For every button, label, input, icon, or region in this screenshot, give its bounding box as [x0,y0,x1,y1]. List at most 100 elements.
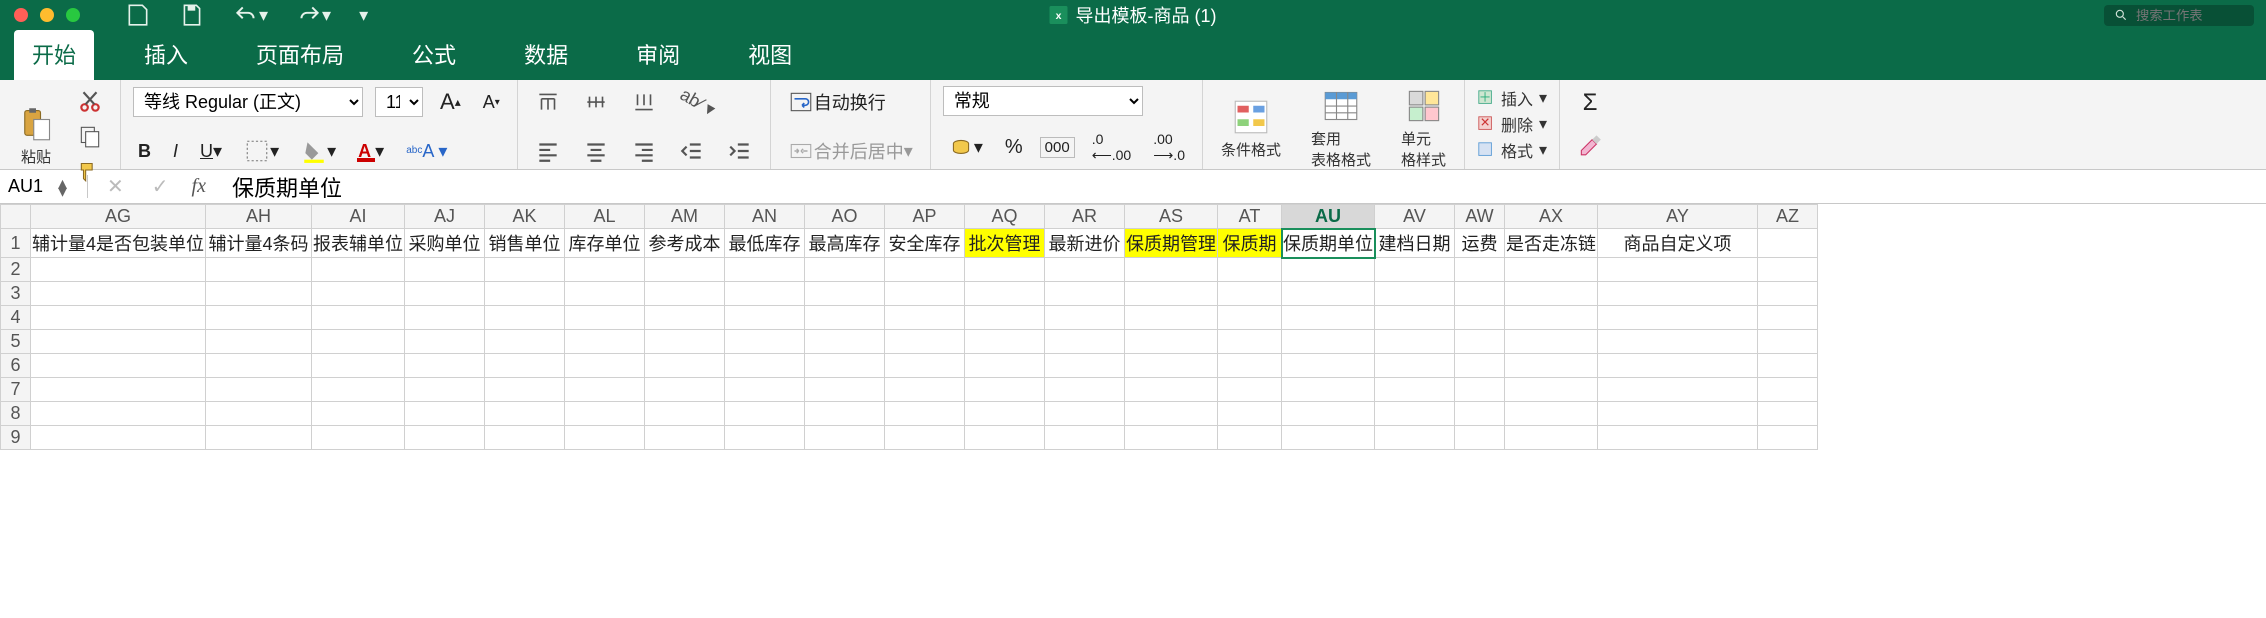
cell[interactable] [485,306,565,330]
cell[interactable] [1598,282,1758,306]
cell[interactable] [1455,282,1505,306]
align-center-icon[interactable] [578,135,614,167]
cell[interactable] [1045,306,1125,330]
column-header[interactable]: AU [1282,205,1375,229]
format-cells-button[interactable]: 格式 ▾ [1477,138,1547,162]
cell[interactable] [725,282,805,306]
cell[interactable] [312,282,405,306]
cell[interactable] [1375,282,1455,306]
accounting-format-icon[interactable]: ▾ [943,132,988,164]
cell[interactable]: 保质期单位 [1282,229,1375,258]
cell[interactable] [565,378,645,402]
column-header[interactable]: AX [1505,205,1598,229]
phonetic-guide-button[interactable]: abcA ▾ [401,138,452,165]
column-header[interactable]: AH [206,205,312,229]
copy-icon[interactable] [72,120,108,152]
cell[interactable] [1758,426,1818,450]
cell[interactable] [805,426,885,450]
cell[interactable] [885,378,965,402]
column-header[interactable]: AK [485,205,565,229]
cell[interactable] [1045,378,1125,402]
cell[interactable] [565,282,645,306]
cell[interactable] [1598,306,1758,330]
minimize-window-button[interactable] [40,8,54,22]
cell[interactable] [405,402,485,426]
row-header[interactable]: 8 [1,402,31,426]
autosave-icon[interactable] [120,0,156,31]
cell[interactable] [725,258,805,282]
align-middle-icon[interactable] [578,86,614,118]
bold-button[interactable]: B [133,138,156,165]
autosum-icon[interactable]: Σ [1578,86,1603,120]
column-header[interactable]: AN [725,205,805,229]
cell[interactable] [312,306,405,330]
cell[interactable] [1505,426,1598,450]
cell[interactable]: 保质期 [1218,229,1282,258]
cell[interactable] [645,402,725,426]
cell[interactable] [1218,426,1282,450]
cell[interactable] [805,330,885,354]
cell[interactable] [405,378,485,402]
cell[interactable] [805,282,885,306]
cell[interactable] [645,306,725,330]
cell[interactable] [1505,330,1598,354]
cell[interactable] [206,354,312,378]
cell[interactable] [645,426,725,450]
cell-reference-input[interactable] [6,175,52,198]
cell[interactable] [1045,258,1125,282]
cell[interactable] [885,282,965,306]
cell[interactable] [1282,378,1375,402]
row-header[interactable]: 3 [1,282,31,306]
cell[interactable] [1758,306,1818,330]
conditional-formatting-button[interactable]: 条件格式 [1215,97,1287,162]
cell[interactable] [1125,378,1218,402]
cell[interactable] [405,354,485,378]
column-header[interactable]: AP [885,205,965,229]
cell[interactable] [1455,378,1505,402]
cell[interactable] [206,378,312,402]
align-right-icon[interactable] [626,135,662,167]
cell[interactable] [645,282,725,306]
cell[interactable] [965,354,1045,378]
column-header[interactable]: AM [645,205,725,229]
cell[interactable]: 报表辅单位 [312,229,405,258]
cell[interactable] [885,426,965,450]
align-left-icon[interactable] [530,135,566,167]
cell[interactable] [965,282,1045,306]
column-header[interactable]: AS [1125,205,1218,229]
cell[interactable] [1125,330,1218,354]
cell[interactable] [1505,258,1598,282]
column-header[interactable]: AT [1218,205,1282,229]
select-all-corner[interactable] [1,205,31,229]
cell[interactable] [1598,330,1758,354]
cell[interactable] [1455,354,1505,378]
cell[interactable]: 保质期管理 [1125,229,1218,258]
column-header[interactable]: AL [565,205,645,229]
cell[interactable] [965,402,1045,426]
cell[interactable] [1505,282,1598,306]
cell[interactable] [1758,402,1818,426]
cell[interactable] [645,258,725,282]
wrap-text-button[interactable]: 自动换行 [783,86,891,118]
cell[interactable] [645,378,725,402]
merge-center-button[interactable]: 合并后居中 ▾ [783,135,918,167]
cell[interactable] [405,426,485,450]
formula-input[interactable] [220,174,2266,200]
cell[interactable] [1758,282,1818,306]
cell[interactable] [725,330,805,354]
cell[interactable] [1218,282,1282,306]
clear-icon[interactable] [1572,128,1608,160]
cell[interactable]: 批次管理 [965,229,1045,258]
cell[interactable] [885,402,965,426]
cell[interactable]: 商品自定义项 [1598,229,1758,258]
zoom-window-button[interactable] [66,8,80,22]
cell[interactable] [965,258,1045,282]
cell[interactable] [312,330,405,354]
cell[interactable] [1455,426,1505,450]
cell[interactable] [31,354,206,378]
cell[interactable] [405,306,485,330]
cell[interactable] [206,402,312,426]
save-icon[interactable] [174,0,210,31]
cell[interactable] [1375,306,1455,330]
number-format-select[interactable]: 常规 [943,86,1143,116]
